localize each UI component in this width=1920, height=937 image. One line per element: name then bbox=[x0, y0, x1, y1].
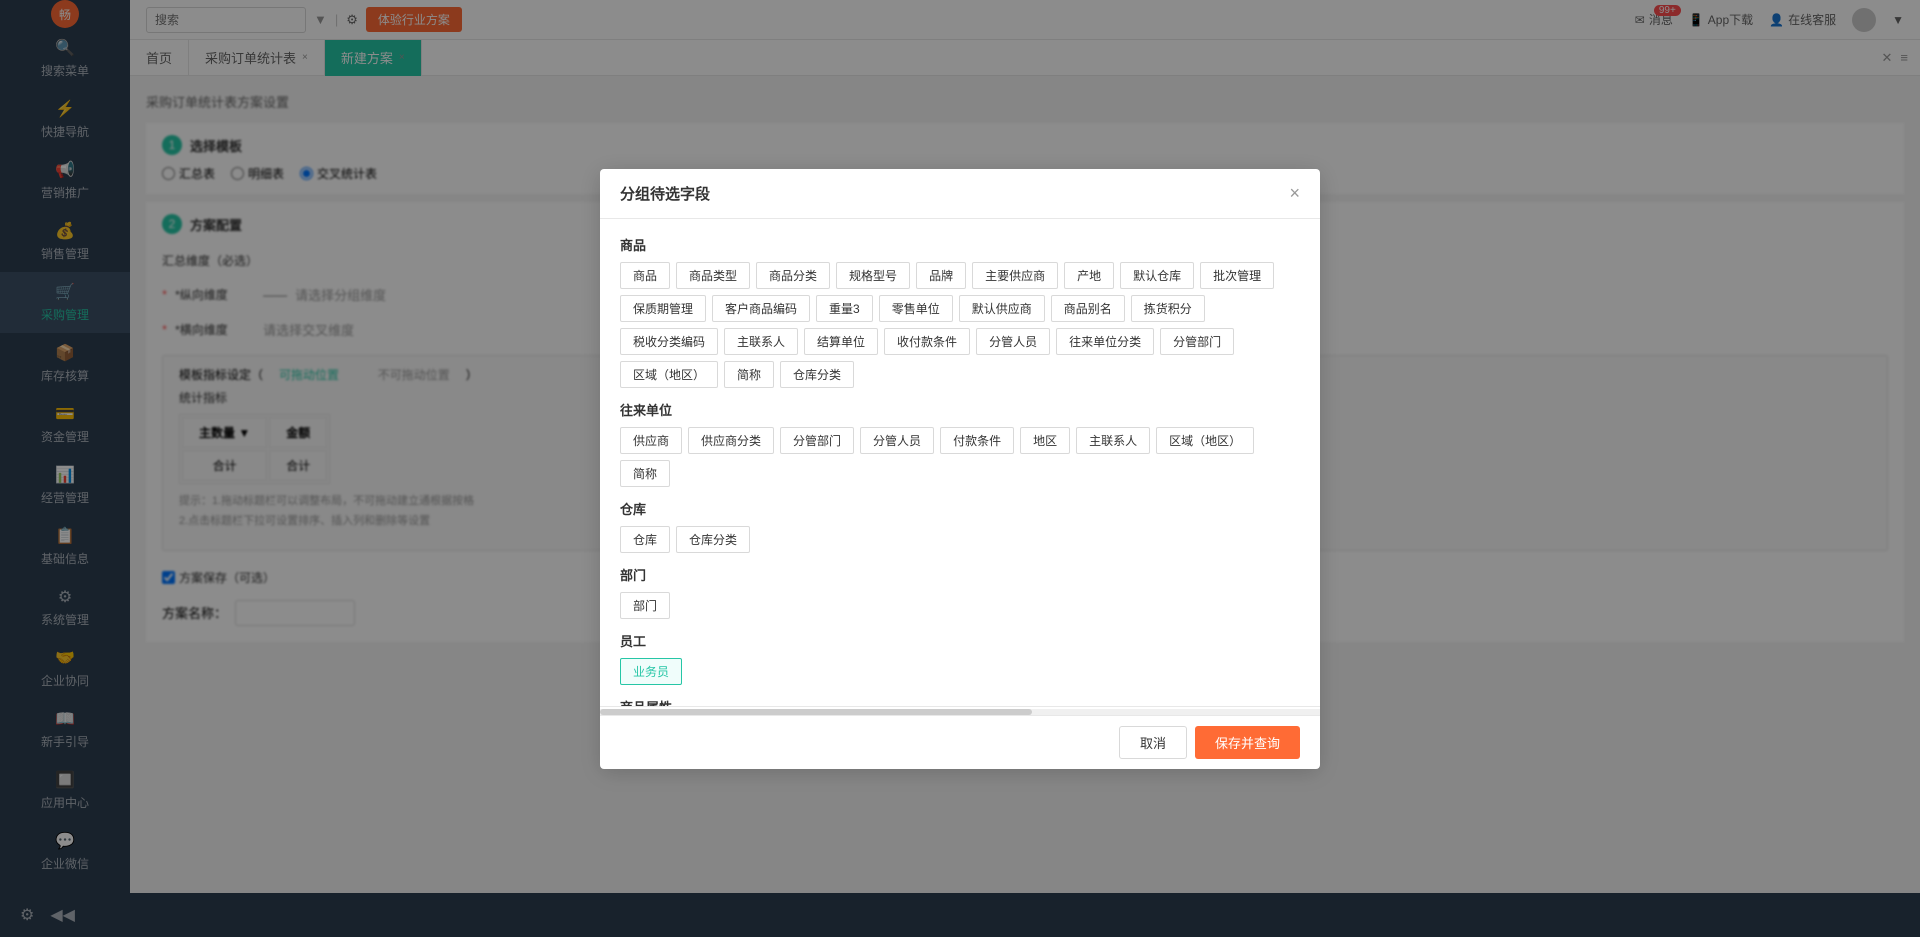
field-tag[interactable]: 收付款条件 bbox=[884, 328, 970, 355]
field-tag[interactable]: 付款条件 bbox=[940, 427, 1014, 454]
field-tag[interactable]: 重量3 bbox=[816, 295, 873, 322]
field-tag[interactable]: 区域（地区） bbox=[620, 361, 718, 388]
field-tag[interactable]: 简称 bbox=[724, 361, 774, 388]
modal-overlay: 分组待选字段 × 商品 商品 商品类型 商品分类 规格型号 品牌 主要供应商 产… bbox=[0, 0, 1920, 937]
field-tag[interactable]: 商品别名 bbox=[1051, 295, 1125, 322]
field-tag[interactable]: 仓库 bbox=[620, 526, 670, 553]
field-tag[interactable]: 规格型号 bbox=[836, 262, 910, 289]
field-grid-goods: 商品 商品类型 商品分类 规格型号 品牌 主要供应商 产地 默认仓库 批次管理 … bbox=[620, 262, 1300, 388]
cancel-button[interactable]: 取消 bbox=[1119, 726, 1187, 759]
field-tag[interactable]: 区域（地区） bbox=[1156, 427, 1254, 454]
field-tag[interactable]: 部门 bbox=[620, 592, 670, 619]
field-tag[interactable]: 客户商品编码 bbox=[712, 295, 810, 322]
field-tag[interactable]: 商品类型 bbox=[676, 262, 750, 289]
field-tag[interactable]: 税收分类编码 bbox=[620, 328, 718, 355]
section-title-warehouse: 仓库 bbox=[620, 499, 1300, 518]
field-tag[interactable]: 分管部门 bbox=[1160, 328, 1234, 355]
section-title-goods-attr: 商品属性 bbox=[620, 697, 1300, 707]
field-tag[interactable]: 结算单位 bbox=[804, 328, 878, 355]
field-grid-partner: 供应商 供应商分类 分管部门 分管人员 付款条件 地区 主联系人 区域（地区） … bbox=[620, 427, 1300, 487]
section-title-department: 部门 bbox=[620, 565, 1300, 584]
field-tag[interactable]: 主联系人 bbox=[724, 328, 798, 355]
section-title-partner: 往来单位 bbox=[620, 400, 1300, 419]
field-tag[interactable]: 产地 bbox=[1064, 262, 1114, 289]
hscroll-bar bbox=[600, 709, 1320, 715]
field-grid-department: 部门 bbox=[620, 592, 1300, 619]
field-grid-warehouse: 仓库 仓库分类 bbox=[620, 526, 1300, 553]
field-tag[interactable]: 分管人员 bbox=[976, 328, 1050, 355]
field-tag[interactable]: 保质期管理 bbox=[620, 295, 706, 322]
section-title-goods: 商品 bbox=[620, 235, 1300, 254]
field-tag[interactable]: 仓库分类 bbox=[780, 361, 854, 388]
modal-body[interactable]: 商品 商品 商品类型 商品分类 规格型号 品牌 主要供应商 产地 默认仓库 批次… bbox=[600, 219, 1320, 707]
modal-close-btn[interactable]: × bbox=[1289, 183, 1300, 204]
field-tag[interactable]: 仓库分类 bbox=[676, 526, 750, 553]
section-title-employee: 员工 bbox=[620, 631, 1300, 650]
field-tag-employee-selected[interactable]: 业务员 bbox=[620, 658, 682, 685]
field-tag[interactable]: 默认仓库 bbox=[1120, 262, 1194, 289]
modal-title: 分组待选字段 bbox=[620, 183, 710, 204]
field-tag[interactable]: 分管部门 bbox=[780, 427, 854, 454]
field-tag[interactable]: 默认供应商 bbox=[959, 295, 1045, 322]
field-tag[interactable]: 简称 bbox=[620, 460, 670, 487]
field-tag[interactable]: 商品 bbox=[620, 262, 670, 289]
modal-header: 分组待选字段 × bbox=[600, 169, 1320, 219]
field-tag[interactable]: 往来单位分类 bbox=[1056, 328, 1154, 355]
field-select-modal: 分组待选字段 × 商品 商品 商品类型 商品分类 规格型号 品牌 主要供应商 产… bbox=[600, 169, 1320, 769]
field-grid-employee: 业务员 bbox=[620, 658, 1300, 685]
field-tag[interactable]: 品牌 bbox=[916, 262, 966, 289]
field-tag[interactable]: 拣货积分 bbox=[1131, 295, 1205, 322]
field-tag[interactable]: 主联系人 bbox=[1076, 427, 1150, 454]
field-tag[interactable]: 零售单位 bbox=[879, 295, 953, 322]
field-tag[interactable]: 商品分类 bbox=[756, 262, 830, 289]
field-tag[interactable]: 供应商分类 bbox=[688, 427, 774, 454]
save-query-button[interactable]: 保存并查询 bbox=[1195, 726, 1300, 759]
modal-footer: 取消 保存并查询 bbox=[600, 715, 1320, 769]
modal-hscroll[interactable] bbox=[600, 706, 1320, 714]
field-tag[interactable]: 分管人员 bbox=[860, 427, 934, 454]
field-tag[interactable]: 供应商 bbox=[620, 427, 682, 454]
field-tag[interactable]: 批次管理 bbox=[1200, 262, 1274, 289]
field-tag[interactable]: 主要供应商 bbox=[972, 262, 1058, 289]
field-tag[interactable]: 地区 bbox=[1020, 427, 1070, 454]
hscroll-thumb[interactable] bbox=[600, 709, 1032, 715]
